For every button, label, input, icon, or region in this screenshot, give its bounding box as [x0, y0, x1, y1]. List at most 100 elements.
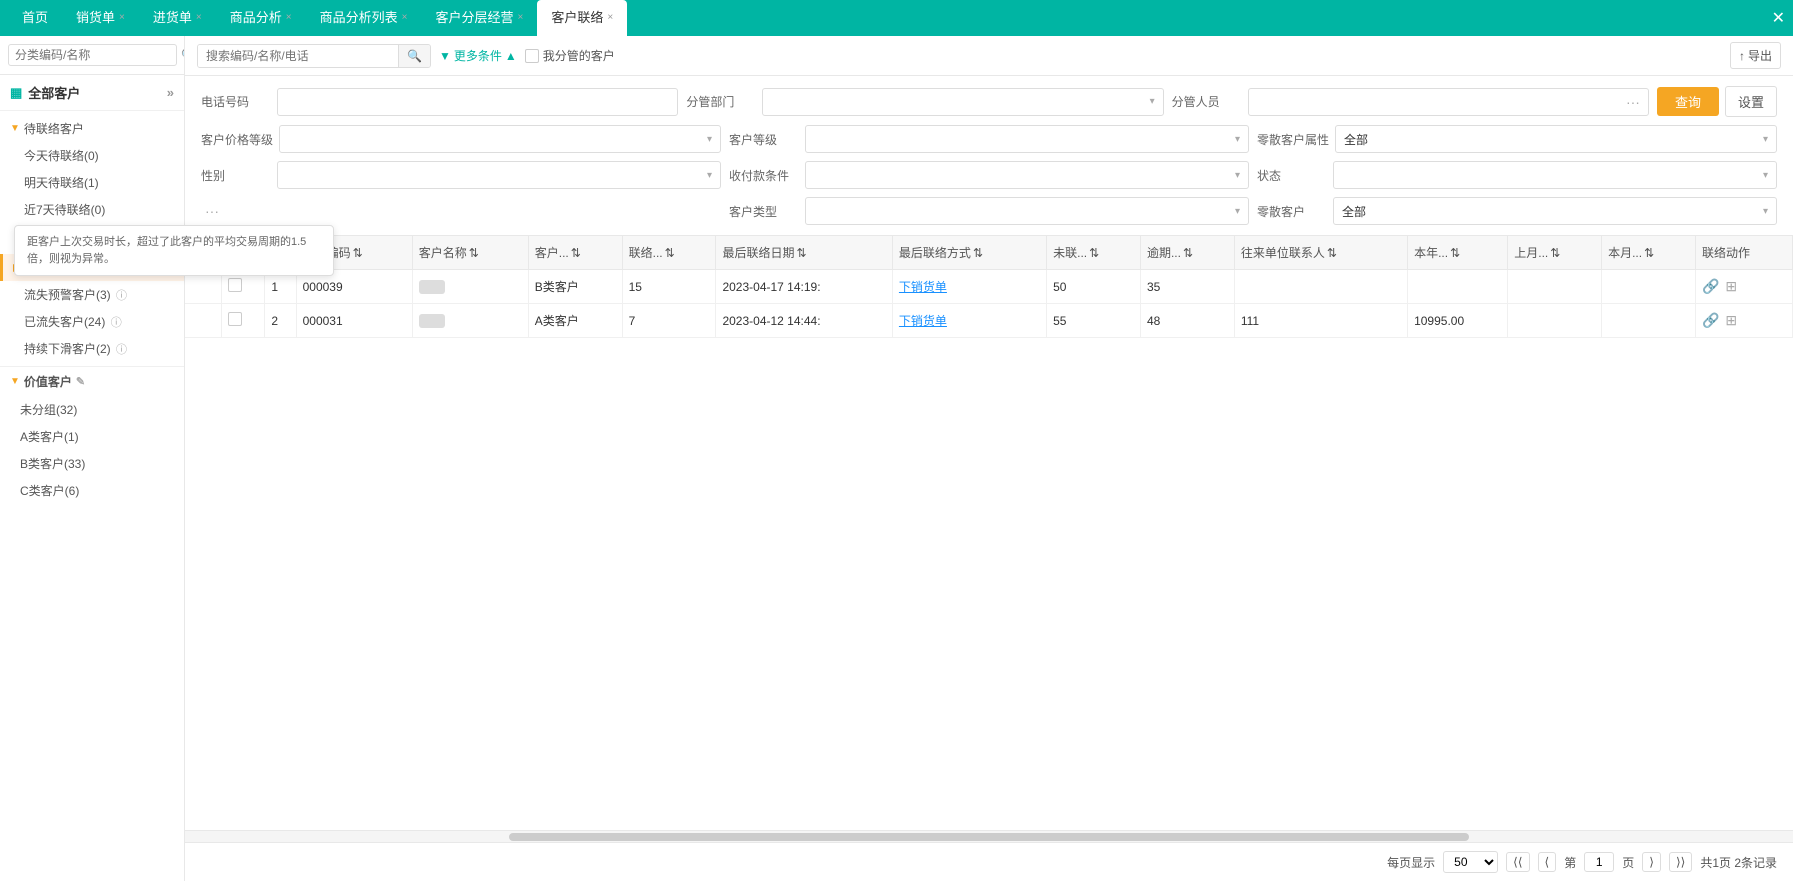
value-group-header[interactable]: ▼ 价值客户 ✎: [0, 367, 184, 396]
nav-customer-tier[interactable]: 客户分层经营 ×: [421, 0, 537, 36]
sidebar-declining[interactable]: 持续下滑客户(2) ⓘ: [0, 335, 184, 362]
status-select[interactable]: ▾: [1333, 161, 1777, 189]
nav-customer-contact-close[interactable]: ×: [607, 0, 613, 36]
page-size-select[interactable]: 50 100 200: [1443, 851, 1498, 873]
nav-analysis[interactable]: 商品分析 ×: [216, 0, 306, 36]
col-thisyear-header[interactable]: 本年...⇅: [1408, 236, 1508, 270]
col-lastmethod-header[interactable]: 最后联络方式⇅: [892, 236, 1046, 270]
sort-method-icon: ⇅: [973, 246, 983, 260]
col-unpaid-header[interactable]: 未联...⇅: [1047, 236, 1141, 270]
main-layout: 🔍 ▦ 全部客户 » ▼ 待联络客户 今天待联络(0) 明天待联络(1) 近7天…: [0, 36, 1793, 881]
setting-button[interactable]: 设置: [1725, 86, 1777, 117]
row-name-cell: [412, 270, 528, 304]
nav-sales-close[interactable]: ×: [119, 0, 125, 36]
last-page-button[interactable]: ⟩⟩: [1669, 852, 1692, 872]
main-search-button[interactable]: 🔍: [398, 45, 430, 67]
action-qr-icon[interactable]: ⊞: [1725, 312, 1737, 329]
sidebar-churned[interactable]: 已流失客户(24) ⓘ: [0, 308, 184, 335]
action-link-icon[interactable]: 🔗: [1702, 312, 1719, 329]
row-lastmethod-cell[interactable]: 下销货单: [892, 304, 1046, 338]
retail-attr-select[interactable]: 全部 ▾: [1335, 125, 1777, 153]
nav-purchase-close[interactable]: ×: [196, 0, 202, 36]
gender-select[interactable]: ▾: [277, 161, 721, 189]
nav-home[interactable]: 首页: [8, 0, 62, 36]
nav-purchase[interactable]: 进货单 ×: [139, 0, 216, 36]
main-search-input[interactable]: [198, 45, 398, 67]
row-checkbox[interactable]: [228, 278, 242, 292]
sidebar-c-class[interactable]: C类客户(6): [0, 477, 184, 504]
horizontal-scrollbar[interactable]: [185, 830, 1793, 842]
toolbar: 🔍 ▼ 更多条件 ▲ 我分管的客户 ↑ 导出: [185, 36, 1793, 76]
scroll-thumb[interactable]: [509, 833, 1469, 841]
sidebar-ungroup[interactable]: 未分组(32): [0, 396, 184, 423]
col-lastdate-header[interactable]: 最后联络日期⇅: [716, 236, 892, 270]
col-thismonth-header[interactable]: 本月...⇅: [1602, 236, 1696, 270]
info-icon-churn[interactable]: ⓘ: [116, 290, 127, 302]
person-select[interactable]: ···: [1248, 88, 1649, 116]
row-contact-cell: 15: [622, 270, 716, 304]
col-contactperson-header[interactable]: 往来单位联系人⇅: [1234, 236, 1407, 270]
payment-arrow-icon: ▾: [1235, 170, 1240, 181]
pending-section-title[interactable]: ▼ 待联络客户: [0, 115, 184, 142]
sidebar-search-input[interactable]: [8, 44, 177, 66]
sidebar-all-customers-header[interactable]: ▦ 全部客户 »: [0, 75, 184, 111]
price-level-select[interactable]: ▾: [279, 125, 721, 153]
nav-analysis-list[interactable]: 商品分析列表 ×: [306, 0, 422, 36]
last-method-link[interactable]: 下销货单: [899, 280, 947, 294]
col-overdue-header[interactable]: 逾期...⇅: [1140, 236, 1234, 270]
sidebar-7day-pending[interactable]: 近7天待联络(0): [0, 196, 184, 223]
col-contact-header[interactable]: 联络...⇅: [622, 236, 716, 270]
person-dots-icon[interactable]: ···: [1626, 94, 1640, 110]
customer-type-filter: 客户类型 ▾: [729, 197, 1249, 225]
col-lastmonth-header[interactable]: 上月...⇅: [1508, 236, 1602, 270]
sidebar-churn-warning[interactable]: 流失预警客户(3) ⓘ: [0, 281, 184, 308]
sidebar-tomorrow-pending[interactable]: 明天待联络(1): [0, 169, 184, 196]
row4-dots[interactable]: ···: [205, 203, 219, 219]
row-checkbox-cell[interactable]: [222, 304, 265, 338]
last-method-link[interactable]: 下销货单: [899, 314, 947, 328]
dept-arrow-icon: ▾: [1150, 96, 1155, 107]
sidebar-collapse-icon[interactable]: »: [167, 85, 174, 100]
level-select[interactable]: ▾: [805, 125, 1249, 153]
sidebar-b-class[interactable]: B类客户(33): [0, 450, 184, 477]
prev-page-button[interactable]: ⟨: [1538, 852, 1557, 872]
current-page-input[interactable]: [1584, 852, 1614, 872]
col-name-header[interactable]: 客户名称⇅: [412, 236, 528, 270]
nav-customer-tier-close[interactable]: ×: [517, 0, 523, 36]
nav-sales[interactable]: 销货单 ×: [62, 0, 139, 36]
row-lastmethod-cell[interactable]: 下销货单: [892, 270, 1046, 304]
query-button[interactable]: 查询: [1657, 87, 1719, 116]
row-checkbox[interactable]: [228, 312, 242, 326]
sidebar-today-pending[interactable]: 今天待联络(0): [0, 142, 184, 169]
dept-select[interactable]: ▾: [762, 88, 1163, 116]
payment-select[interactable]: ▾: [805, 161, 1249, 189]
ctype-arrow-icon: ▾: [1235, 206, 1240, 217]
next-page-button[interactable]: ⟩: [1642, 852, 1661, 872]
sort-overdue-icon: ⇅: [1183, 246, 1193, 260]
nav-analysis-close[interactable]: ×: [286, 0, 292, 36]
sidebar-a-class[interactable]: A类客户(1): [0, 423, 184, 450]
row-lastmonth-cell: [1508, 270, 1602, 304]
info-icon-declining[interactable]: ⓘ: [116, 344, 127, 356]
my-customers-check-icon[interactable]: [525, 49, 539, 63]
nav-analysis-list-close[interactable]: ×: [402, 0, 408, 36]
my-customers-checkbox[interactable]: 我分管的客户: [525, 47, 615, 64]
export-button[interactable]: ↑ 导出: [1730, 42, 1781, 69]
nav-customer-contact[interactable]: 客户联络 ×: [537, 0, 627, 36]
first-page-button[interactable]: ⟨⟨: [1506, 852, 1529, 872]
nav-window-close[interactable]: ✕: [1772, 8, 1785, 28]
action-link-icon[interactable]: 🔗: [1702, 278, 1719, 295]
phone-input[interactable]: [277, 88, 678, 116]
filter-icon: ▼: [439, 49, 451, 63]
info-icon-churned[interactable]: ⓘ: [111, 317, 122, 329]
data-table: ⚙ 客户编码⇅ 客户名称⇅ 客户...⇅: [185, 236, 1793, 338]
retail-select[interactable]: 全部 ▾: [1333, 197, 1777, 225]
action-qr-icon[interactable]: ⊞: [1725, 278, 1737, 295]
filter-row-4: ··· 客户类型 ▾ 零散客户 全部 ▾: [201, 197, 1777, 225]
value-edit-icon[interactable]: ✎: [76, 375, 85, 388]
sort-code-icon: ⇅: [353, 246, 363, 260]
col-type-header[interactable]: 客户...⇅: [528, 236, 622, 270]
customer-type-select[interactable]: ▾: [805, 197, 1249, 225]
more-conditions-button[interactable]: ▼ 更多条件 ▲: [439, 47, 517, 64]
sidebar: 🔍 ▦ 全部客户 » ▼ 待联络客户 今天待联络(0) 明天待联络(1) 近7天…: [0, 36, 185, 881]
